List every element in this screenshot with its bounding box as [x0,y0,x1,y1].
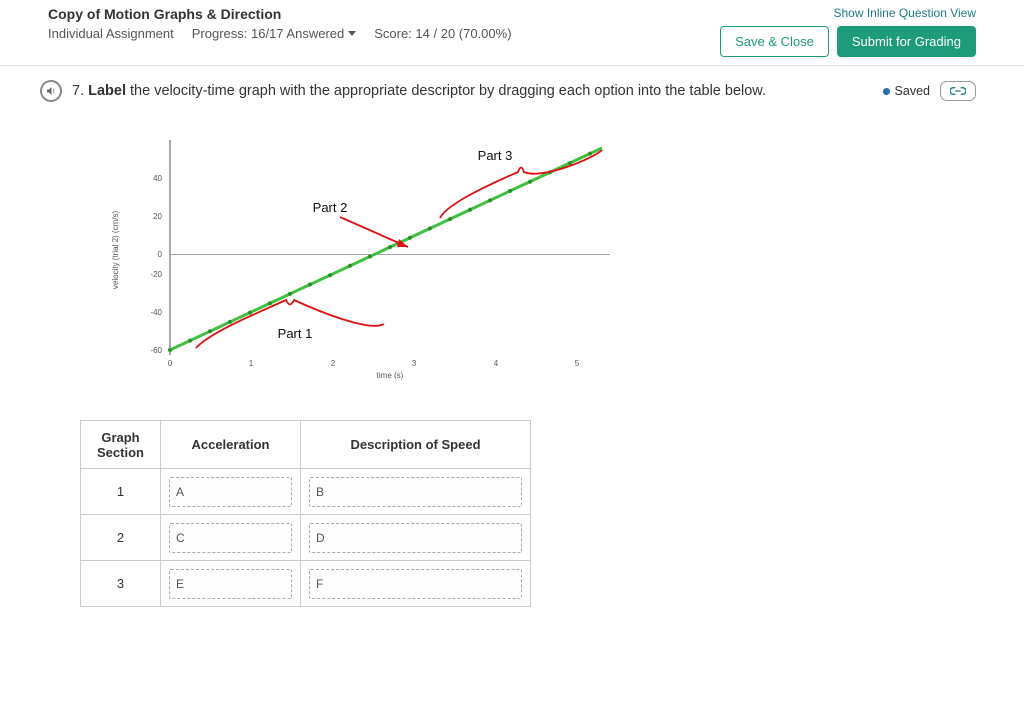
question-rest: the velocity-time graph with the appropr… [126,83,766,99]
svg-text:1: 1 [249,359,254,368]
velocity-time-graph: velocity (trial 2) (cm/s) time (s) -60 -… [0,110,1024,400]
score-label: Score: 14 / 20 (70.00%) [374,26,511,41]
answer-table: Graph Section Acceleration Description o… [80,420,531,607]
question-text: 7. Label the velocity-time graph with th… [72,83,873,99]
svg-text:3: 3 [412,359,417,368]
dropzone-desc-1[interactable]: B [309,477,522,507]
annotation-part2-arrow [340,217,408,247]
annotation-part2: Part 2 [313,200,348,215]
annotation-part1: Part 1 [278,326,313,341]
x-axis-label: time (s) [377,371,404,380]
saved-dot-icon [883,88,890,95]
svg-text:-40: -40 [150,308,162,317]
save-close-button[interactable]: Save & Close [720,26,829,57]
svg-text:0: 0 [168,359,173,368]
audio-play-icon[interactable] [40,80,62,102]
svg-text:-60: -60 [150,346,162,355]
svg-text:0: 0 [158,250,163,259]
header-left: Copy of Motion Graphs & Direction Indivi… [48,6,512,41]
x-ticks: 0 1 2 3 4 5 [168,359,580,368]
answer-table-wrap: Graph Section Acceleration Description o… [0,400,1024,607]
row-section: 1 [81,469,161,515]
y-axis-label: velocity (trial 2) (cm/s) [111,211,120,290]
svg-text:40: 40 [153,174,162,183]
table-row: 3 E F [81,561,531,607]
inline-question-view-link[interactable]: Show Inline Question View [833,6,976,20]
assignment-type-label: Individual Assignment [48,26,174,41]
progress-label: Progress: 16/17 Answered [192,26,344,41]
svg-text:2: 2 [331,359,336,368]
svg-text:4: 4 [494,359,499,368]
dropzone-accel-3[interactable]: E [169,569,292,599]
svg-text:20: 20 [153,212,162,221]
saved-area: Saved [883,81,976,101]
dropzone-desc-3[interactable]: F [309,569,522,599]
saved-text: Saved [895,84,930,98]
annotation-part3: Part 3 [478,148,513,163]
chart-svg: velocity (trial 2) (cm/s) time (s) -60 -… [100,120,640,390]
th-graph-section: Graph Section [81,421,161,469]
th-description: Description of Speed [301,421,531,469]
assignment-subline: Individual Assignment Progress: 16/17 An… [48,26,512,41]
question-label-word: Label [88,83,126,99]
assignment-title: Copy of Motion Graphs & Direction [48,6,512,22]
dropzone-accel-1[interactable]: A [169,477,292,507]
dropzone-desc-2[interactable]: D [309,523,522,553]
table-row: 2 C D [81,515,531,561]
y-ticks: -60 -40 -20 0 20 40 [150,174,162,355]
svg-text:5: 5 [575,359,580,368]
th-acceleration: Acceleration [161,421,301,469]
table-row: 1 A B [81,469,531,515]
assignment-header: Copy of Motion Graphs & Direction Indivi… [0,0,1024,66]
dropzone-accel-2[interactable]: C [169,523,292,553]
submit-grading-button[interactable]: Submit for Grading [837,26,976,57]
saved-indicator: Saved [883,84,930,98]
header-button-row: Save & Close Submit for Grading [720,26,976,57]
svg-text:-20: -20 [150,270,162,279]
progress-dropdown[interactable]: Progress: 16/17 Answered [192,26,356,41]
row-section: 2 [81,515,161,561]
question-header: 7. Label the velocity-time graph with th… [0,66,1024,110]
row-section: 3 [81,561,161,607]
question-number: 7. [72,83,84,99]
header-right: Show Inline Question View Save & Close S… [720,6,976,57]
link-question-button[interactable] [940,81,976,101]
chevron-down-icon [348,31,356,36]
